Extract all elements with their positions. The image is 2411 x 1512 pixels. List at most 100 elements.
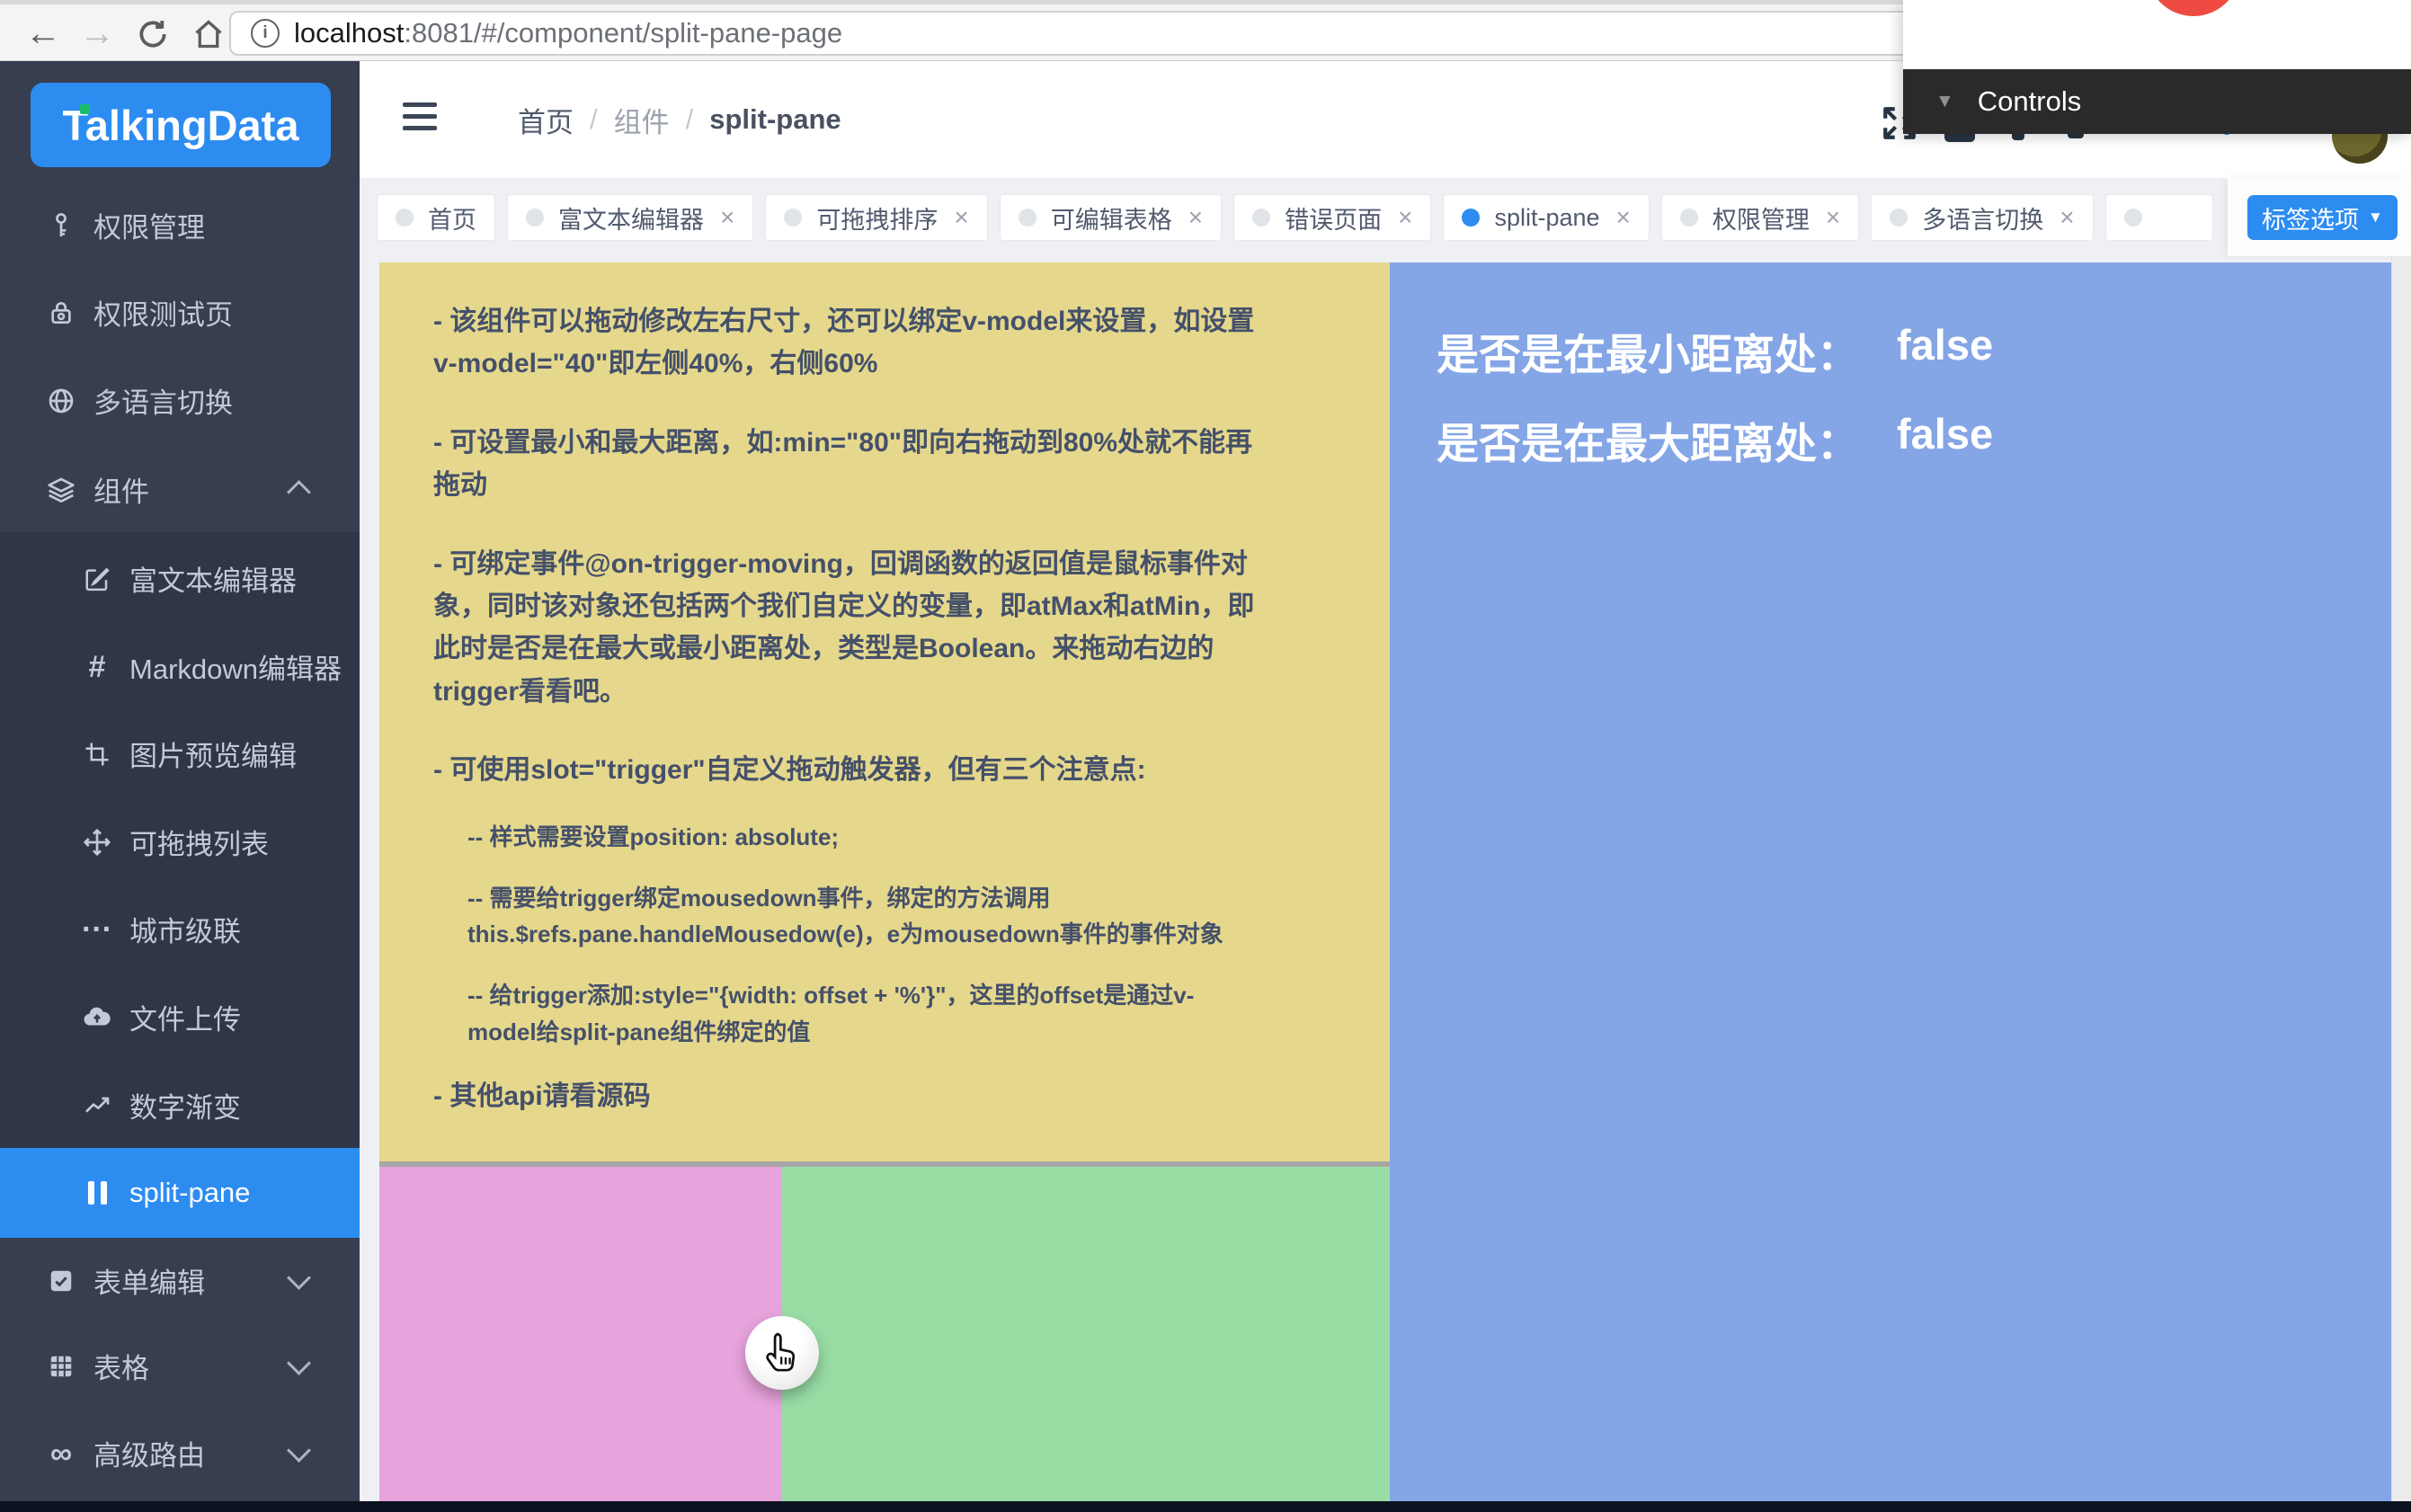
sidebar-item-advanced-routing[interactable]: ∞ 高级路由: [0, 1410, 360, 1497]
tab-dot-icon: [784, 209, 803, 227]
sidebar-item-label: 权限测试页: [93, 299, 233, 331]
tab-rich-text-editor[interactable]: 富文本编辑器 ×: [507, 194, 754, 241]
tab-editable-table[interactable]: 可编辑表格 ×: [999, 194, 1223, 241]
sidebar-item-form-edit[interactable]: 表单编辑: [0, 1237, 360, 1324]
tab-draggable-sort[interactable]: 可拖拽排序 ×: [765, 194, 988, 241]
sidebar-item-label: 表格: [93, 1353, 149, 1384]
checkbox-icon: [43, 1267, 79, 1294]
sidebar-item-split-pane[interactable]: split-pane: [0, 1148, 360, 1238]
sidebar-item-image-preview-edit[interactable]: 图片预览编辑: [0, 710, 360, 797]
browser-back-icon[interactable]: ←: [23, 13, 63, 53]
sidebar-item-file-upload[interactable]: 文件上传: [0, 974, 360, 1061]
tab-dot-icon: [526, 209, 544, 227]
tag-options-label: 标签选项: [2262, 206, 2359, 234]
sidebar-item-label: Markdown编辑器: [129, 654, 342, 685]
tab-label: split-pane: [1494, 203, 1600, 231]
caret-down-icon: ▼: [2368, 209, 2383, 226]
sidebar-item-number-gradient[interactable]: 数字渐变: [0, 1062, 360, 1149]
chevron-down-icon: [287, 1266, 311, 1290]
tag-options-button[interactable]: 标签选项 ▼: [2247, 195, 2398, 240]
tab-permission-management[interactable]: 权限管理 ×: [1660, 194, 1860, 241]
scrollbar-track[interactable]: [2391, 256, 2411, 1507]
subnote-line: -- 需要给trigger绑定mousedown事件，绑定的方法调用 this.…: [467, 884, 1223, 948]
tab-bar: 首页 富文本编辑器 × 可拖拽排序 × 可编辑表格 × 错误页面 × split…: [360, 178, 2411, 256]
subnote-line: -- 样式需要设置position: absolute;: [467, 823, 840, 850]
tab-label: 多语言切换: [1922, 206, 2044, 234]
page-info-icon[interactable]: i: [251, 19, 280, 48]
menu-toggle-icon[interactable]: [403, 102, 437, 138]
sidebar-item-draggable-list[interactable]: 可拖拽列表: [0, 798, 360, 885]
sidebar-item-markdown-editor[interactable]: # Markdown编辑器: [0, 623, 360, 710]
tab-dot-icon: [1890, 209, 1908, 227]
sidebar-item-city-cascade[interactable]: ··· 城市级联: [0, 885, 360, 973]
close-icon[interactable]: ×: [954, 205, 968, 230]
breadcrumb-home[interactable]: 首页: [518, 100, 574, 140]
brand-logo[interactable]: TalkingData: [31, 83, 331, 167]
sidebar-group-components[interactable]: 组件: [0, 446, 360, 533]
split-pane-bottom-left-pink: [379, 1167, 782, 1507]
sidebar-item-language-switch[interactable]: 多语言切换: [0, 357, 360, 444]
chevron-down-icon: [287, 1438, 311, 1463]
hash-icon: #: [88, 649, 106, 684]
recorder-controls-overlay: ▼ Controls: [1903, 0, 2411, 134]
sidebar-item-label: 高级路由: [93, 1440, 205, 1472]
screen-bottom-edge: [0, 1501, 2411, 1512]
sidebar-item-permission-test[interactable]: 权限测试页: [0, 269, 360, 356]
cloud-upload-icon: [79, 1002, 115, 1033]
status-row-max: 是否是在最大距离处： false: [1437, 409, 1993, 471]
split-pane-status: 是否是在最小距离处： false 是否是在最大距离处： false: [1437, 320, 1993, 498]
note-line: - 可使用slot="trigger"自定义拖动触发器，但有三个注意点:: [433, 755, 1146, 786]
close-icon[interactable]: ×: [1616, 205, 1631, 230]
tab-dot-icon: [1252, 209, 1271, 227]
tab-error-page[interactable]: 错误页面 ×: [1233, 194, 1432, 241]
tab-language-switch[interactable]: 多语言切换 ×: [1871, 194, 2094, 241]
layers-icon: [43, 476, 79, 504]
status-value: false: [1897, 321, 1994, 369]
tab-label: 首页: [428, 206, 476, 234]
breadcrumb-current: split-pane: [709, 103, 841, 135]
browser-forward-icon[interactable]: →: [77, 13, 117, 53]
breadcrumb-components[interactable]: 组件: [614, 100, 670, 140]
usage-subnotes: -- 样式需要设置position: absolute; -- 需要给trigg…: [433, 819, 1256, 1050]
brand-green-dot-icon: [80, 104, 90, 114]
close-icon[interactable]: ×: [1826, 205, 1840, 230]
note-line: - 可设置最小和最大距离，如:min="80"即向右拖动到80%处就不能再拖动: [433, 427, 1253, 501]
sidebar: TalkingData 权限管理 权限测试页 多语言切换 组件 富文本编辑器 #…: [0, 61, 360, 1512]
lock-icon: [43, 298, 79, 327]
controls-bar[interactable]: ▼ Controls: [1903, 69, 2411, 134]
breadcrumb-separator: /: [590, 103, 598, 135]
sidebar-item-table[interactable]: 表格: [0, 1322, 360, 1410]
split-pane-drag-trigger[interactable]: [745, 1316, 819, 1390]
tab-label: 可拖拽排序: [816, 206, 939, 234]
sidebar-item-label: 数字渐变: [129, 1092, 241, 1124]
browser-refresh-icon[interactable]: [133, 13, 173, 53]
close-icon[interactable]: ×: [1188, 205, 1203, 230]
close-icon[interactable]: ×: [720, 205, 734, 230]
tab-partial[interactable]: [2104, 194, 2213, 241]
sidebar-item-rich-text-editor[interactable]: 富文本编辑器: [0, 535, 360, 622]
trending-up-icon: [79, 1091, 115, 1120]
tab-dot-icon: [1679, 209, 1698, 227]
screen: ← → i localhost:8081/#/component/split-p…: [0, 0, 2411, 1512]
ellipsis-icon: ···: [82, 912, 112, 947]
move-icon: [79, 828, 115, 857]
breadcrumb-separator: /: [685, 103, 694, 135]
sidebar-item-label: 城市级联: [129, 916, 241, 947]
note-line: - 其他api请看源码: [433, 1081, 651, 1111]
tag-options-panel: 标签选项 ▼: [2228, 178, 2411, 256]
tab-split-pane[interactable]: split-pane ×: [1443, 194, 1650, 241]
tab-dot-icon: [1462, 209, 1481, 227]
tab-list: 首页 富文本编辑器 × 可拖拽排序 × 可编辑表格 × 错误页面 × split…: [377, 194, 2246, 241]
tab-home[interactable]: 首页: [377, 194, 495, 241]
sidebar-item-permission-management[interactable]: 权限管理: [0, 182, 360, 269]
close-icon[interactable]: ×: [1398, 205, 1412, 230]
record-button-icon[interactable]: [2147, 0, 2240, 16]
table-grid-icon: [43, 1353, 79, 1380]
close-icon[interactable]: ×: [2060, 205, 2074, 230]
sidebar-item-label: split-pane: [129, 1177, 251, 1208]
tab-label: 富文本编辑器: [558, 206, 704, 234]
crop-icon: [79, 741, 115, 768]
pause-icon: [79, 1181, 115, 1205]
browser-home-icon[interactable]: [189, 13, 228, 53]
usage-notes: - 该组件可以拖动修改左右尺寸，还可以绑定v-model来设置，如设置v-mod…: [433, 300, 1256, 1153]
